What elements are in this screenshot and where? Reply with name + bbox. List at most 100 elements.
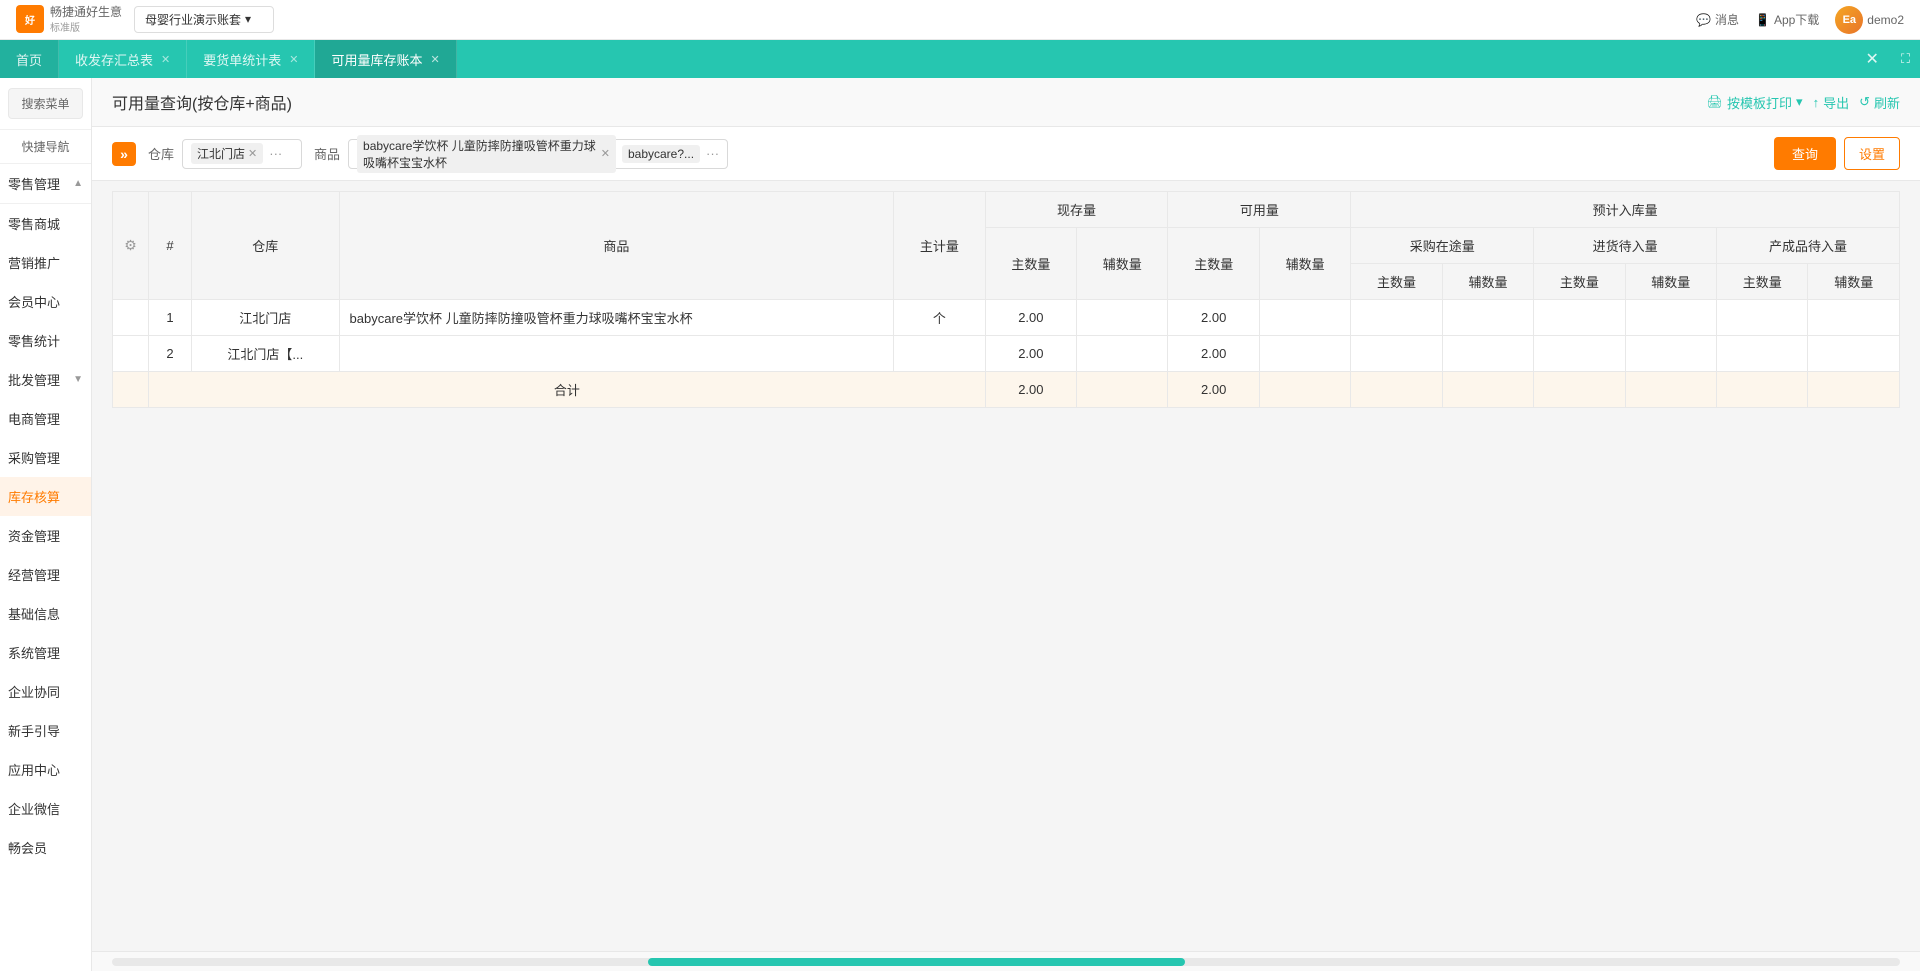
- data-table: ⚙ # 仓库 商品 主计量 现存量 可用量 预计入库量 主数量 辅数量 主数量: [112, 191, 1900, 408]
- sidebar-quick-nav[interactable]: 快捷导航: [0, 130, 91, 164]
- chevron-down-icon: ▼: [73, 374, 83, 385]
- product-filter-input[interactable]: babycare学饮杯 儿童防摔防撞吸管杯重力球吸嘴杯宝宝水杯 ✕ babyca…: [348, 139, 728, 169]
- col-main-unit: [894, 336, 985, 372]
- sidebar-item-finance[interactable]: 资金管理: [0, 516, 91, 555]
- summary-stock-aux: [1077, 372, 1168, 408]
- chevron-down-icon: ▾: [1796, 94, 1803, 110]
- summary-products-main: [1717, 372, 1808, 408]
- col-products-main: [1717, 300, 1808, 336]
- horizontal-scrollbar[interactable]: [112, 958, 1900, 966]
- th-product: 商品: [339, 192, 894, 300]
- expand-tabs[interactable]: ⛶: [1891, 40, 1920, 78]
- product-tag-1: babycare学饮杯 儿童防摔防撞吸管杯重力球吸嘴杯宝宝水杯 ✕: [357, 135, 616, 173]
- th-purchase-aux: 辅数量: [1442, 264, 1533, 300]
- scroll-thumb: [648, 958, 1184, 966]
- th-main-unit: 主计量: [894, 192, 985, 300]
- th-purchase-main: 主数量: [1351, 264, 1442, 300]
- tab-income-expense[interactable]: 收发存汇总表 ✕: [59, 40, 187, 78]
- remove-warehouse-tag[interactable]: ✕: [248, 147, 257, 160]
- product-more-icon[interactable]: ···: [706, 146, 719, 161]
- summary-purchase-aux: [1442, 372, 1533, 408]
- message-action[interactable]: 💬 消息: [1696, 11, 1739, 28]
- tab-home[interactable]: 首页: [0, 40, 59, 78]
- th-incoming: 进货待入量: [1534, 228, 1717, 264]
- col-stock-aux: [1077, 300, 1168, 336]
- sidebar-item-app-center[interactable]: 应用中心: [0, 750, 91, 789]
- app-download-action[interactable]: 📱 App下载: [1755, 11, 1819, 28]
- th-stock-main: 主数量: [985, 228, 1076, 300]
- summary-incoming-aux: [1625, 372, 1716, 408]
- sidebar-item-newbie[interactable]: 新手引导: [0, 711, 91, 750]
- refresh-btn[interactable]: ↺ 刷新: [1859, 93, 1900, 112]
- settings-icon[interactable]: ⚙: [124, 237, 137, 253]
- export-icon: ↑: [1813, 95, 1820, 110]
- summary-label: 合计: [149, 372, 986, 408]
- sidebar-item-wholesale-mgmt[interactable]: 批发管理 ▼: [0, 360, 91, 399]
- th-stock-group: 现存量: [985, 192, 1168, 228]
- col-main-unit: 个: [894, 300, 985, 336]
- print-template-btn[interactable]: 🖨 按模板打印 ▾: [1707, 93, 1803, 112]
- logo-text: 畅捷通好生意: [50, 5, 122, 19]
- search-menu-button[interactable]: 搜索菜单: [8, 88, 83, 119]
- industry-selector[interactable]: 母婴行业演示账套 ▾: [134, 6, 274, 33]
- col-products-aux: [1808, 336, 1900, 372]
- close-income-expense-tab[interactable]: ✕: [161, 53, 170, 66]
- page-title: 可用量查询(按仓库+商品): [112, 90, 292, 114]
- close-order-stat-tab[interactable]: ✕: [289, 53, 298, 66]
- export-btn[interactable]: ↑ 导出: [1813, 93, 1850, 112]
- page-actions: 🖨 按模板打印 ▾ ↑ 导出 ↺ 刷新: [1707, 93, 1901, 112]
- col-purchase-main: [1351, 300, 1442, 336]
- th-products-aux: 辅数量: [1808, 264, 1900, 300]
- col-avail-main: 2.00: [1168, 336, 1259, 372]
- product-tag-2: babycare?...: [622, 145, 700, 163]
- main-layout: 搜索菜单 快捷导航 零售管理 ▲ 零售商城 营销推广 会员中心 零售统计 批发管…: [0, 78, 1920, 971]
- col-products-aux: [1808, 300, 1900, 336]
- col-product: babycare学饮杯 儿童防摔防撞吸管杯重力球吸嘴杯宝宝水杯: [339, 300, 894, 336]
- filter-expand-button[interactable]: »: [112, 142, 136, 166]
- tab-available-stock[interactable]: 可用量库存账本 ✕: [315, 40, 456, 78]
- col-incoming-main: [1534, 336, 1625, 372]
- sidebar-item-system[interactable]: 系统管理: [0, 633, 91, 672]
- remove-product-tag-1[interactable]: ✕: [601, 147, 610, 160]
- th-products-pending: 产成品待入量: [1717, 228, 1900, 264]
- col-incoming-aux: [1625, 336, 1716, 372]
- sidebar-item-enterprise-coop[interactable]: 企业协同: [0, 672, 91, 711]
- sidebar-item-basic-info[interactable]: 基础信息: [0, 594, 91, 633]
- query-button[interactable]: 查询: [1774, 137, 1836, 170]
- col-settings-cell: [113, 300, 149, 336]
- summary-stock-main: 2.00: [985, 372, 1076, 408]
- sidebar-item-retail-mall[interactable]: 零售商城: [0, 204, 91, 243]
- nav-tabs: 首页 收发存汇总表 ✕ 要货单统计表 ✕ 可用量库存账本 ✕ ✕ ⛶: [0, 40, 1920, 78]
- col-settings-cell: [113, 336, 149, 372]
- sidebar-item-operation[interactable]: 经营管理: [0, 555, 91, 594]
- table-footer: [92, 951, 1920, 971]
- tab-order-stat[interactable]: 要货单统计表 ✕: [187, 40, 315, 78]
- setting-button[interactable]: 设置: [1844, 137, 1900, 170]
- top-bar-left: 好 畅捷通好生意 标准版 母婴行业演示账套 ▾: [16, 5, 274, 34]
- sidebar-item-purchase[interactable]: 采购管理: [0, 438, 91, 477]
- sidebar-item-inventory[interactable]: 库存核算: [0, 477, 91, 516]
- col-purchase-main: [1351, 336, 1442, 372]
- user-menu[interactable]: Ea demo2: [1835, 6, 1904, 34]
- sidebar-item-marketing[interactable]: 营销推广: [0, 243, 91, 282]
- chevron-icon: ▲: [73, 178, 83, 189]
- sidebar-item-enterprise-wechat[interactable]: 企业微信: [0, 789, 91, 828]
- col-stock-main: 2.00: [985, 300, 1076, 336]
- top-bar: 好 畅捷通好生意 标准版 母婴行业演示账套 ▾ 💬 消息 📱 App下载 Ea …: [0, 0, 1920, 40]
- summary-avail-aux: [1259, 372, 1350, 408]
- sidebar-item-vip[interactable]: 畅会员: [0, 828, 91, 867]
- sidebar-item-retail-mgmt[interactable]: 零售管理 ▲: [0, 164, 91, 203]
- sidebar-item-ecommerce[interactable]: 电商管理: [0, 399, 91, 438]
- summary-settings: [113, 372, 149, 408]
- col-avail-aux: [1259, 300, 1350, 336]
- close-available-stock-tab[interactable]: ✕: [431, 53, 440, 66]
- warehouse-more-icon[interactable]: ···: [269, 146, 282, 161]
- sidebar-item-retail-stat[interactable]: 零售统计: [0, 321, 91, 360]
- close-all-tabs[interactable]: ✕: [1853, 40, 1890, 78]
- warehouse-filter-input[interactable]: 江北门店 ✕ ···: [182, 139, 302, 169]
- warehouse-tag: 江北门店 ✕: [191, 143, 263, 164]
- col-warehouse: 江北门店: [192, 300, 340, 336]
- sidebar-item-member-center[interactable]: 会员中心: [0, 282, 91, 321]
- filter-buttons: 查询 设置: [1774, 137, 1900, 170]
- col-seq: 1: [149, 300, 192, 336]
